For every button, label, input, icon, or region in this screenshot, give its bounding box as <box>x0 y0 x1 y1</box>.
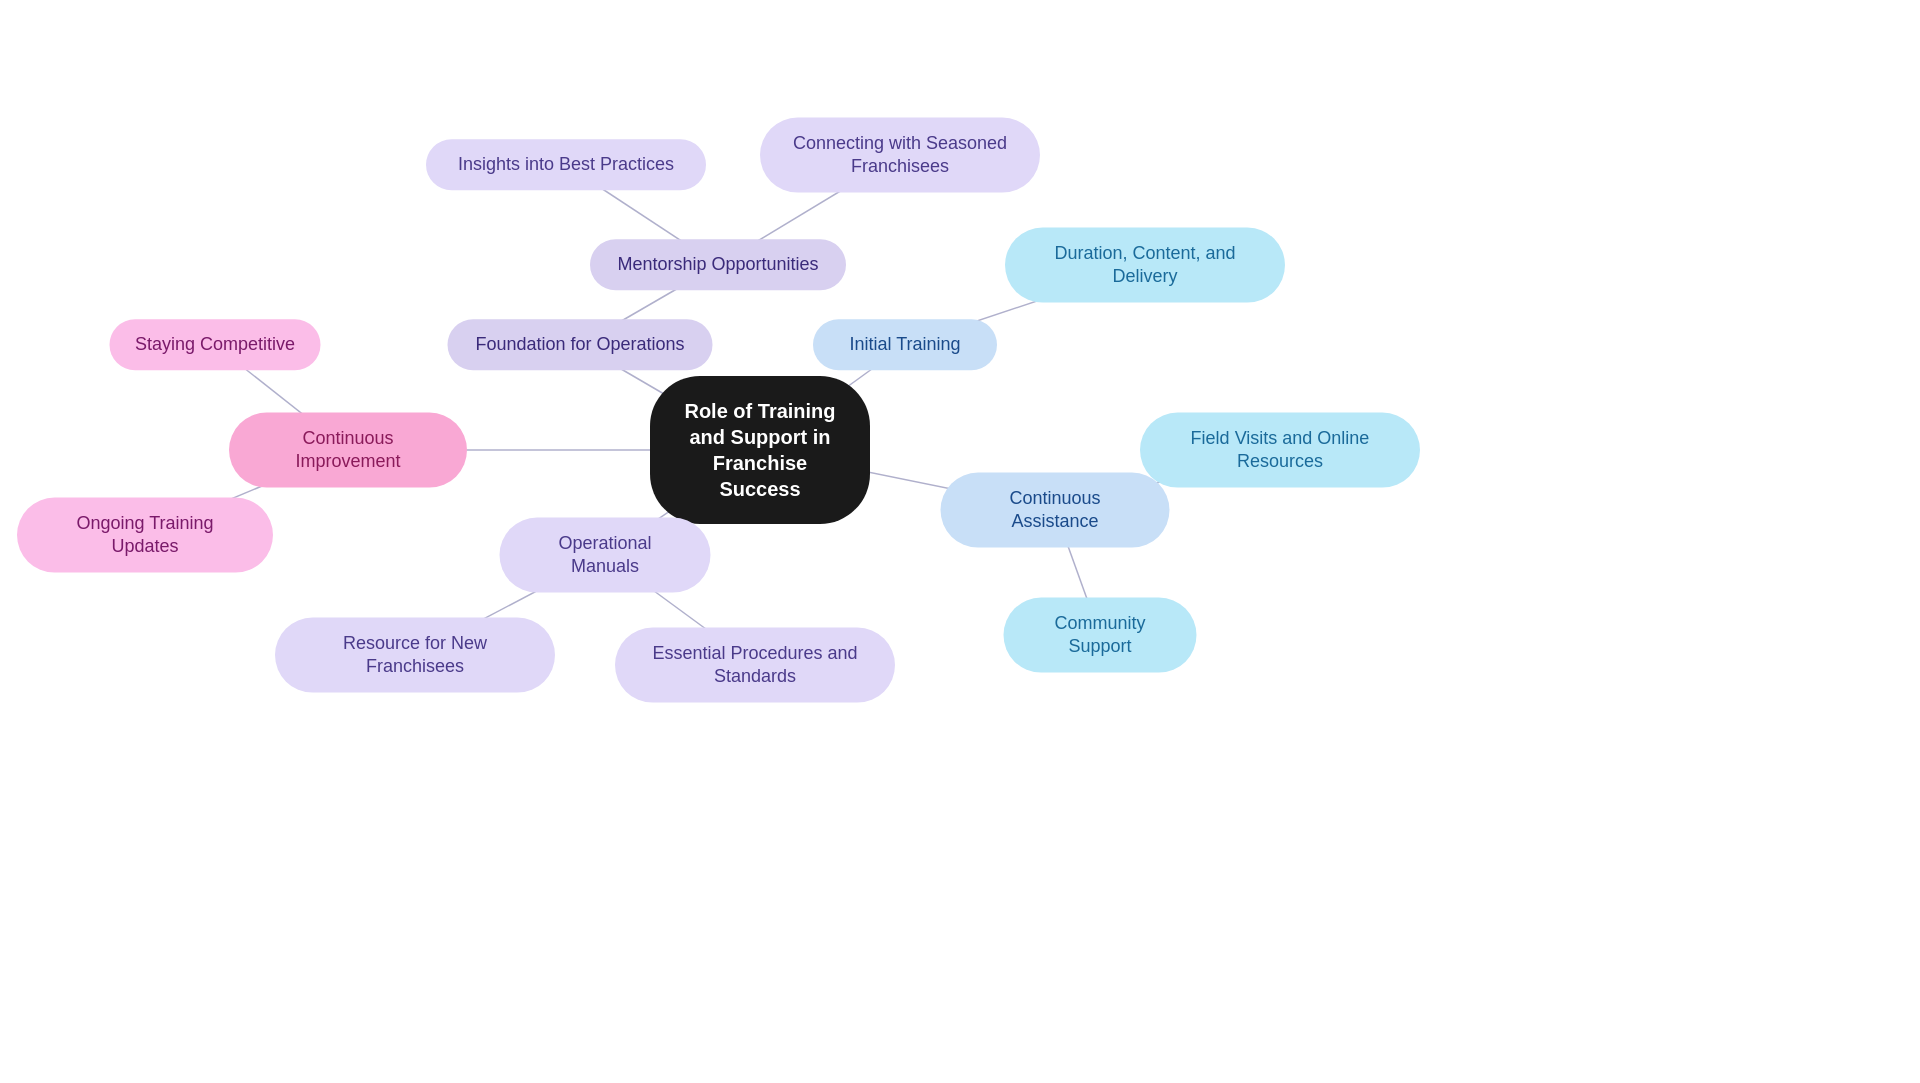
node-initial[interactable]: Initial Training <box>813 319 997 370</box>
node-mentorship[interactable]: Mentorship Opportunities <box>590 239 846 290</box>
node-label-ongoing: Ongoing Training Updates <box>41 512 249 559</box>
node-label-operational: Operational Manuals <box>524 532 687 579</box>
node-staying[interactable]: Staying Competitive <box>110 319 321 370</box>
node-label-resource: Resource for New Franchisees <box>299 632 531 679</box>
node-label-staying: Staying Competitive <box>135 333 295 356</box>
node-community[interactable]: Community Support <box>1004 598 1197 673</box>
mind-map: Role of Training and Support in Franchis… <box>0 0 1920 1083</box>
node-label-duration: Duration, Content, and Delivery <box>1029 242 1261 289</box>
node-connecting[interactable]: Connecting with Seasoned Franchisees <box>760 118 1040 193</box>
node-center[interactable]: Role of Training and Support in Franchis… <box>650 376 870 524</box>
node-insights[interactable]: Insights into Best Practices <box>426 139 706 190</box>
node-label-foundation: Foundation for Operations <box>475 333 684 356</box>
node-resource[interactable]: Resource for New Franchisees <box>275 618 555 693</box>
node-label-insights: Insights into Best Practices <box>458 153 674 176</box>
node-label-continuous: Continuous Assistance <box>965 487 1146 534</box>
node-foundation[interactable]: Foundation for Operations <box>448 319 713 370</box>
node-label-field: Field Visits and Online Resources <box>1164 427 1396 474</box>
node-continuous[interactable]: Continuous Assistance <box>941 473 1170 548</box>
node-label-center: Role of Training and Support in Franchis… <box>678 398 842 502</box>
node-ongoing[interactable]: Ongoing Training Updates <box>17 498 273 573</box>
node-duration[interactable]: Duration, Content, and Delivery <box>1005 228 1285 303</box>
node-essential[interactable]: Essential Procedures and Standards <box>615 628 895 703</box>
node-operational[interactable]: Operational Manuals <box>500 518 711 593</box>
node-label-mentorship: Mentorship Opportunities <box>617 253 818 276</box>
node-label-connecting: Connecting with Seasoned Franchisees <box>784 132 1016 179</box>
node-continuous_improvement[interactable]: Continuous Improvement <box>229 413 467 488</box>
node-field[interactable]: Field Visits and Online Resources <box>1140 413 1420 488</box>
node-label-initial: Initial Training <box>849 333 960 356</box>
node-label-essential: Essential Procedures and Standards <box>639 642 871 689</box>
node-label-community: Community Support <box>1028 612 1173 659</box>
node-label-continuous_improvement: Continuous Improvement <box>253 427 443 474</box>
